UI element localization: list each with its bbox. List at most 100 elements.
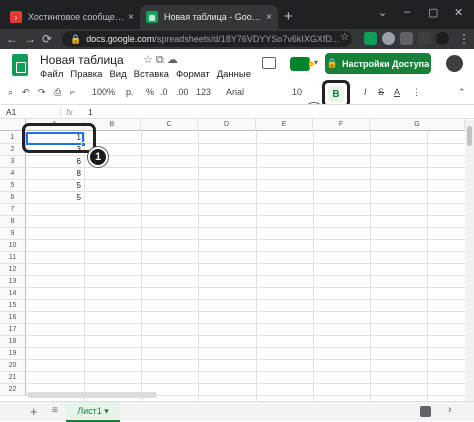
menu-edit[interactable]: Правка [70,69,102,80]
more-icon[interactable]: ⋮ [412,87,421,98]
more-formats-button[interactable]: 123 [196,87,211,97]
cell-a6[interactable]: 5 [27,192,84,203]
formula-input[interactable]: 1 [88,107,93,117]
maximize-icon[interactable]: ▢ [428,6,438,19]
extension-icon[interactable] [382,32,395,45]
browser-tab-sheets[interactable]: ▦ Новая таблица - Google Табли × [140,5,278,29]
puzzle-icon[interactable] [400,32,413,45]
menu-format[interactable]: Формат [176,69,210,80]
strikethrough-button[interactable]: S [378,87,384,97]
row-header[interactable]: 9 [0,228,26,240]
row-header[interactable]: 6 [0,192,26,204]
close-window-icon[interactable]: ✕ [454,6,463,19]
sheets-logo-icon[interactable] [12,54,28,76]
callout-highlight-1 [22,123,96,153]
meet-icon[interactable] [290,57,315,71]
browser-tab-hosting[interactable]: › Хостинговое сообщество «Тим × [4,5,140,29]
column-header[interactable]: C [141,119,198,131]
url-field[interactable]: 🔒 docs.google.com /spreadsheets/d/18Y76V… [62,31,352,47]
row-header[interactable]: 5 [0,180,26,192]
cell-a4[interactable]: 8 [27,168,84,179]
row-header[interactable]: 15 [0,300,26,312]
row-header[interactable]: 20 [0,360,26,372]
grid-line [26,347,474,348]
grid-line [26,371,474,372]
bold-label: B [328,86,344,102]
close-icon[interactable]: × [266,12,272,23]
scroll-thumb[interactable] [467,126,472,146]
comments-icon[interactable] [262,57,276,69]
horizontal-scrollbar[interactable] [27,392,157,398]
row-header[interactable]: 18 [0,336,26,348]
vertical-scrollbar[interactable] [465,120,474,401]
bookmark-star-icon[interactable]: ☆ [340,32,349,43]
row-header[interactable]: 21 [0,372,26,384]
decrease-decimal-button[interactable]: .0 [160,87,168,97]
row-header[interactable]: 8 [0,216,26,228]
row-header[interactable]: 10 [0,240,26,252]
row-header[interactable]: 11 [0,252,26,264]
menu-file[interactable]: Файл [40,69,63,80]
extension-icon[interactable] [364,32,377,45]
font-size-select[interactable]: 10 [292,87,302,97]
font-select[interactable]: Arial [226,87,244,97]
row-header[interactable]: 3 [0,156,26,168]
hosting-favicon-icon: › [10,11,22,23]
redo-icon[interactable]: ↷ [38,87,46,98]
grid-line [256,131,257,401]
cell-a5[interactable]: 5 [27,180,84,191]
profile-avatar[interactable] [436,32,449,45]
explore-icon[interactable] [420,406,431,417]
row-header[interactable]: 7 [0,204,26,216]
document-title[interactable]: Новая таблица [40,53,124,67]
paint-format-icon[interactable]: ⌐ [70,87,75,97]
minimize-icon[interactable]: – [404,6,410,18]
chevron-down-icon[interactable]: ▾ [314,58,318,67]
sheet-tab-active[interactable]: Лист1 ▾ [66,402,120,422]
close-icon[interactable]: × [128,12,134,23]
all-sheets-button[interactable]: ≡ [52,405,58,416]
chevron-up-icon[interactable]: ⌃ [458,87,466,98]
name-box[interactable]: A1 [6,107,16,117]
back-icon[interactable]: ← [6,32,18,46]
column-header[interactable]: D [198,119,256,131]
menu-insert[interactable]: Вставка [134,69,169,80]
menu-dots-icon[interactable]: ⋮ [458,32,470,46]
column-header[interactable]: E [256,119,313,131]
share-button[interactable]: 🔒 Настройки Доступа [325,53,431,74]
currency-format-button[interactable]: р. [126,87,134,97]
forward-icon[interactable]: → [24,32,36,46]
row-header[interactable]: 16 [0,312,26,324]
column-header[interactable]: G [370,119,465,131]
increase-decimal-button[interactable]: .00 [176,87,189,97]
row-header[interactable]: 12 [0,264,26,276]
formula-bar: A1 fx 1 [0,104,474,119]
side-panel-chevron-icon[interactable]: › [448,404,452,416]
row-header[interactable]: 13 [0,276,26,288]
row-header[interactable]: 22 [0,384,26,396]
add-sheet-button[interactable]: + [30,404,38,419]
row-header[interactable]: 19 [0,348,26,360]
undo-icon[interactable]: ↶ [22,87,30,98]
avatar[interactable] [446,55,463,72]
percent-format-button[interactable]: % [146,87,154,97]
star-icon[interactable]: ☆ ⧉ ☁ [143,53,178,67]
zoom-select[interactable]: 100% [92,87,115,97]
tab-search-icon[interactable]: ⌄ [378,6,387,19]
reload-icon[interactable]: ⟳ [42,32,52,46]
column-header[interactable]: F [313,119,370,131]
row-header[interactable]: 17 [0,324,26,336]
menu-view[interactable]: Вид [109,69,126,80]
row-header[interactable]: 14 [0,288,26,300]
spreadsheet-grid[interactable]: A B C D E F G 1 2 3 4 5 6 7 8 9 10 11 12 13 14 15 16 17 1… [0,119,474,401]
italic-button[interactable]: I [364,87,367,97]
cell-a3[interactable]: 6 [27,156,84,167]
print-icon[interactable]: ⎙ [54,87,61,98]
grid-line [26,287,474,288]
sidebar-icon[interactable] [418,32,431,45]
search-menus-icon[interactable]: ⌕ [8,87,13,98]
new-tab-icon[interactable]: + [284,8,293,25]
text-color-button[interactable]: A [394,87,400,97]
menu-data[interactable]: Данные [217,69,251,80]
row-header[interactable]: 4 [0,168,26,180]
